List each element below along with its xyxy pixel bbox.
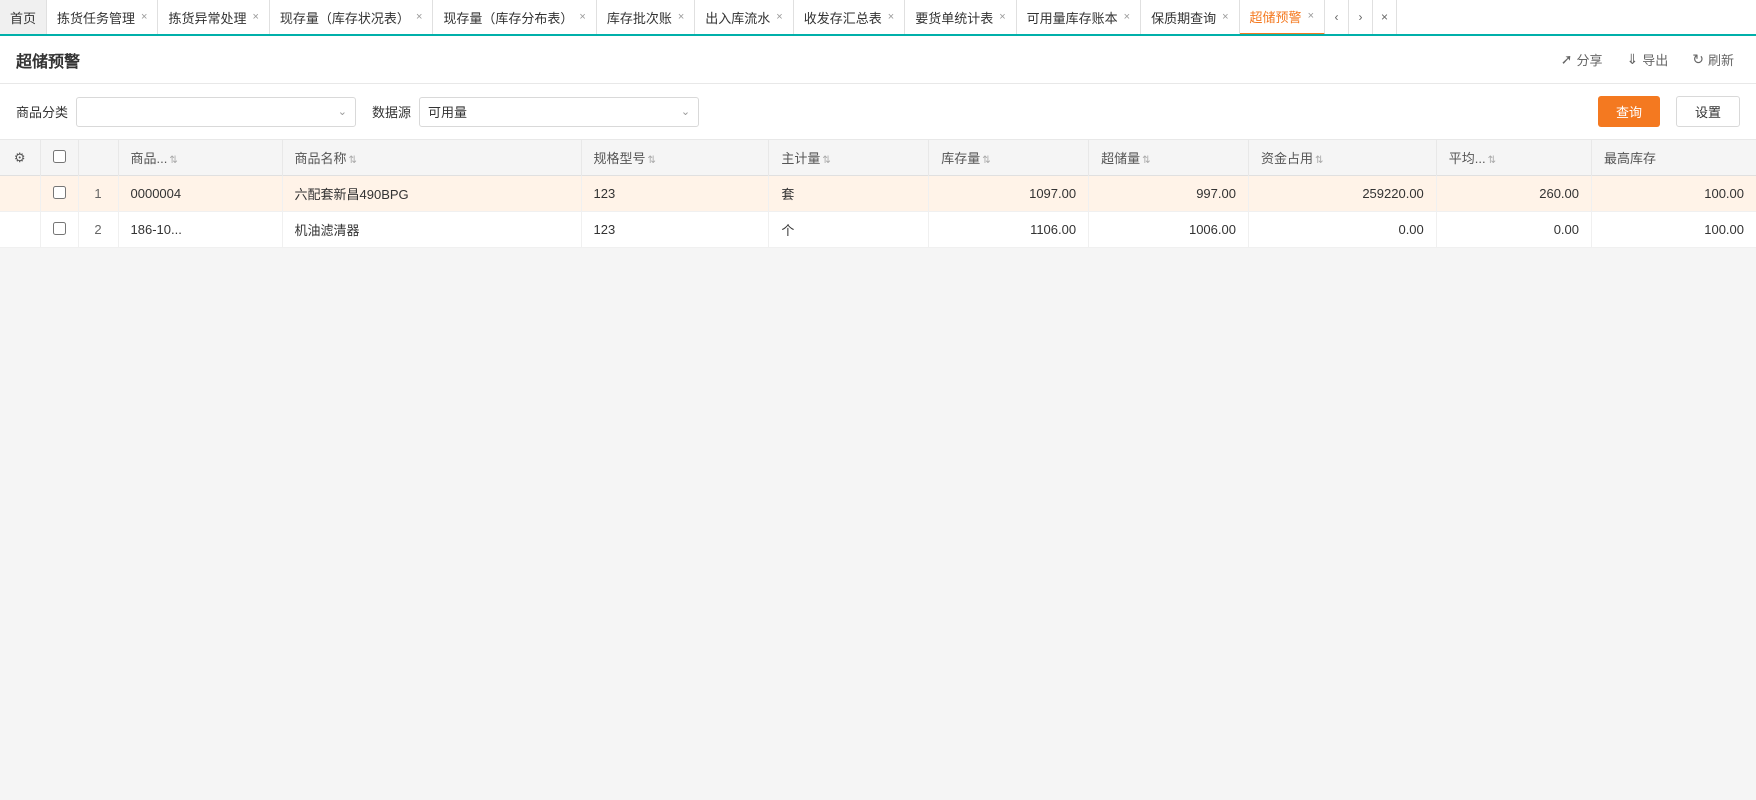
row-avg-0: 260.00 [1436,176,1591,212]
datasource-value: 可用量 [428,102,467,121]
tab-close-icon-2[interactable]: × [416,11,422,23]
nav-tab-9[interactable]: 保质期查询× [1141,0,1239,35]
col-spec[interactable]: 规格型号⇅ [581,140,769,176]
data-table: ⚙ 商品...⇅ 商品名称⇅ 规格型号⇅ 主计量⇅ 库存量⇅ 超储量⇅ 资金占用… [0,140,1756,248]
filter-category-group: 商品分类 ⌄ [16,97,356,127]
nav-tab-5[interactable]: 出入库流水× [695,0,793,35]
row-avg-1: 0.00 [1436,212,1591,248]
category-select[interactable]: ⌄ [76,97,356,127]
select-all-checkbox[interactable] [53,150,66,163]
col-index [78,140,118,176]
nav-prev-arrow[interactable]: ‹ [1325,0,1349,35]
header-actions: ➚ 分享 ⇓ 导出 ↻ 刷新 [1555,46,1740,73]
row-gear-0 [0,176,40,212]
row-max-stock-0: 100.00 [1592,176,1756,212]
nav-tab-2[interactable]: 现存量（库存状况表）× [270,0,433,35]
tab-close-icon-6[interactable]: × [888,11,894,23]
col-product-code[interactable]: 商品...⇅ [118,140,282,176]
tab-close-icon-10[interactable]: × [1308,10,1314,22]
col-product-name[interactable]: 商品名称⇅ [282,140,581,176]
chevron-down-icon-2: ⌄ [681,105,690,118]
row-index-0: 1 [78,176,118,212]
row-checkbox-0[interactable] [53,186,66,199]
nav-tab-10[interactable]: 超储预警× [1240,0,1325,35]
table-container: ⚙ 商品...⇅ 商品名称⇅ 规格型号⇅ 主计量⇅ 库存量⇅ 超储量⇅ 资金占用… [0,140,1756,248]
chevron-down-icon: ⌄ [338,105,347,118]
table-row: 2186-10...机油滤清器123个1106.001006.000.000.0… [0,212,1756,248]
row-over-stock-1: 1006.00 [1089,212,1249,248]
row-product-code-1: 186-10... [118,212,282,248]
row-capital-0: 259220.00 [1248,176,1436,212]
share-icon: ➚ [1561,51,1573,68]
filter-row: 商品分类 ⌄ 数据源 可用量 ⌄ 查询 设置 [0,84,1756,140]
settings-button[interactable]: 设置 [1676,96,1740,127]
table-header: ⚙ 商品...⇅ 商品名称⇅ 规格型号⇅ 主计量⇅ 库存量⇅ 超储量⇅ 资金占用… [0,140,1756,176]
col-unit[interactable]: 主计量⇅ [769,140,929,176]
nav-more-arrow[interactable]: × [1373,0,1397,35]
tab-close-icon-0[interactable]: × [141,11,147,23]
share-button[interactable]: ➚ 分享 [1555,46,1609,73]
col-max-stock[interactable]: 最高库存 [1592,140,1756,176]
row-max-stock-1: 100.00 [1592,212,1756,248]
filter-datasource-group: 数据源 可用量 ⌄ [372,97,699,127]
nav-tabs-list: 拣货任务管理×拣货异常处理×现存量（库存状况表）×现存量（库存分布表）×库存批次… [47,0,1325,35]
nav-tab-3[interactable]: 现存量（库存分布表）× [433,0,596,35]
refresh-icon: ↻ [1692,51,1704,68]
row-product-name-1: 机油滤清器 [282,212,581,248]
row-gear-1 [0,212,40,248]
nav-home[interactable]: 首页 [0,0,47,35]
row-index-1: 2 [78,212,118,248]
datasource-select[interactable]: 可用量 ⌄ [419,97,699,127]
row-stock-1: 1106.00 [929,212,1089,248]
query-button[interactable]: 查询 [1598,96,1660,127]
nav-tab-1[interactable]: 拣货异常处理× [158,0,269,35]
category-label: 商品分类 [16,102,68,121]
table-row: 10000004六配套新昌490BPG123套1097.00997.002592… [0,176,1756,212]
row-capital-1: 0.00 [1248,212,1436,248]
table-body: 10000004六配套新昌490BPG123套1097.00997.002592… [0,176,1756,248]
tab-close-icon-8[interactable]: × [1124,11,1130,23]
row-product-name-0: 六配套新昌490BPG [282,176,581,212]
col-capital[interactable]: 资金占用⇅ [1248,140,1436,176]
export-icon: ⇓ [1627,51,1639,68]
row-spec-0: 123 [581,176,769,212]
nav-tab-8[interactable]: 可用量库存账本× [1017,0,1141,35]
datasource-label: 数据源 [372,102,411,121]
refresh-button[interactable]: ↻ 刷新 [1686,46,1740,73]
col-gear[interactable]: ⚙ [0,140,40,176]
row-check-0[interactable] [40,176,78,212]
tab-close-icon-5[interactable]: × [776,11,782,23]
col-avg[interactable]: 平均...⇅ [1436,140,1591,176]
nav-bar: 首页 拣货任务管理×拣货异常处理×现存量（库存状况表）×现存量（库存分布表）×库… [0,0,1756,36]
row-stock-0: 1097.00 [929,176,1089,212]
tab-close-icon-3[interactable]: × [579,11,585,23]
col-over-stock[interactable]: 超储量⇅ [1089,140,1249,176]
tab-close-icon-1[interactable]: × [252,11,258,23]
export-button[interactable]: ⇓ 导出 [1621,46,1675,73]
tab-close-icon-7[interactable]: × [999,11,1005,23]
nav-next-arrow[interactable]: › [1349,0,1373,35]
col-stock[interactable]: 库存量⇅ [929,140,1089,176]
row-unit-1: 个 [769,212,929,248]
nav-tab-7[interactable]: 要货单统计表× [905,0,1016,35]
page-title: 超储预警 [16,48,80,72]
nav-tab-6[interactable]: 收发存汇总表× [794,0,905,35]
row-check-1[interactable] [40,212,78,248]
row-product-code-0: 0000004 [118,176,282,212]
col-check [40,140,78,176]
nav-tab-4[interactable]: 库存批次账× [597,0,695,35]
page-header: 超储预警 ➚ 分享 ⇓ 导出 ↻ 刷新 [0,36,1756,84]
row-checkbox-1[interactable] [53,222,66,235]
row-spec-1: 123 [581,212,769,248]
row-unit-0: 套 [769,176,929,212]
nav-tab-0[interactable]: 拣货任务管理× [47,0,158,35]
tab-close-icon-9[interactable]: × [1222,11,1228,23]
tab-close-icon-4[interactable]: × [678,11,684,23]
row-over-stock-0: 997.00 [1089,176,1249,212]
